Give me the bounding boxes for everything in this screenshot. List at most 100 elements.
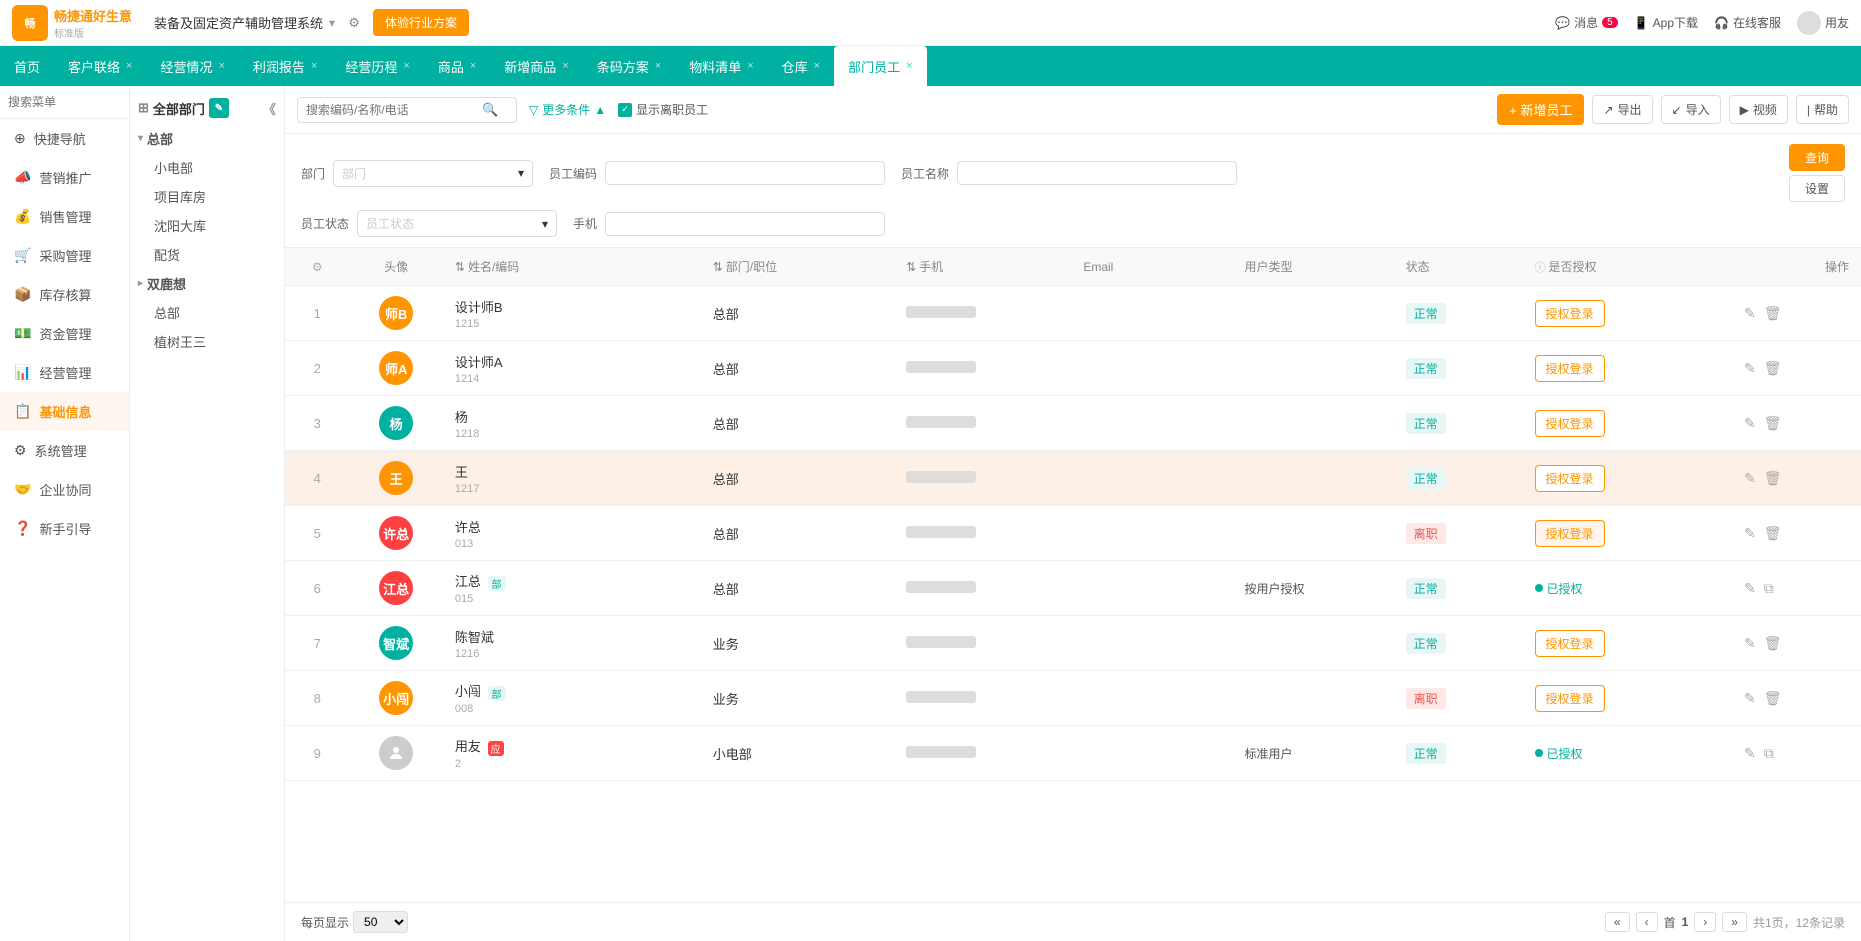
delete-icon[interactable]: 🗑: [1764, 470, 1782, 487]
sidebar-item-guide[interactable]: ❓新手引导: [0, 509, 129, 548]
message-button[interactable]: 💬 消息 5: [1555, 14, 1618, 31]
gear-button[interactable]: ⚙: [341, 10, 367, 36]
tree-node-zongbu[interactable]: ▾ 总部: [130, 124, 284, 153]
tab-close[interactable]: ×: [814, 60, 820, 72]
sidebar-item-finance[interactable]: 💵资金管理: [0, 314, 129, 353]
app-download-button[interactable]: 📱 App下载: [1634, 14, 1698, 31]
tab-process[interactable]: 经营历程 ×: [331, 46, 423, 86]
tab-warehouse[interactable]: 仓库 ×: [768, 46, 834, 86]
th-name[interactable]: ⇅ 姓名/编码: [443, 248, 701, 286]
tab-close[interactable]: ×: [311, 60, 317, 72]
tree-node-shenyang[interactable]: 沈阳大库: [130, 211, 284, 240]
sidebar-item-system[interactable]: ⚙系统管理: [0, 431, 129, 470]
edit-icon[interactable]: ✎: [1744, 305, 1756, 322]
edit-icon[interactable]: ✎: [1744, 580, 1756, 597]
show-former-toggle[interactable]: ✓ 显示离职员工: [618, 101, 708, 118]
auth-button[interactable]: 授权登录: [1535, 410, 1605, 437]
tab-barcode[interactable]: 条码方案 ×: [583, 46, 675, 86]
system-title-arrow[interactable]: ▾: [329, 16, 335, 30]
export-button[interactable]: ↗ 导出: [1592, 95, 1652, 124]
edit-icon[interactable]: ✎: [1744, 470, 1756, 487]
search-input[interactable]: [306, 103, 476, 117]
edit-icon[interactable]: ✎: [1744, 690, 1756, 707]
prev-page-button[interactable]: ‹: [1636, 912, 1658, 932]
sidebar-item-marketing[interactable]: 📣营销推广: [0, 158, 129, 197]
tab-profit[interactable]: 利润报告 ×: [239, 46, 331, 86]
delete-icon[interactable]: 🗑: [1764, 360, 1782, 377]
sidebar-search-input[interactable]: [8, 95, 130, 109]
filter-dept-select[interactable]: 部门 ▾: [333, 160, 533, 187]
search-icon[interactable]: 🔍: [482, 102, 498, 118]
auth-button[interactable]: 授权登录: [1535, 465, 1605, 492]
tab-bom[interactable]: 物料清单 ×: [675, 46, 767, 86]
auth-button[interactable]: 授权登录: [1535, 630, 1605, 657]
user-menu[interactable]: 用友: [1797, 11, 1849, 35]
th-dept[interactable]: ⇅ 部门/职位: [701, 248, 894, 286]
tab-employees[interactable]: 部门员工 ×: [834, 46, 926, 86]
video-button[interactable]: ▶ 视频: [1729, 95, 1788, 124]
filter-emp-code-input[interactable]: [605, 161, 885, 185]
tab-close[interactable]: ×: [655, 60, 661, 72]
tab-addgoods[interactable]: 新增商品 ×: [490, 46, 582, 86]
first-page-button[interactable]: «: [1605, 912, 1630, 932]
settings-button[interactable]: 设置: [1789, 175, 1845, 202]
th-phone[interactable]: ⇅ 手机: [894, 248, 1071, 286]
sidebar-item-basic[interactable]: 📋基础信息: [0, 392, 129, 431]
auth-button[interactable]: 授权登录: [1535, 520, 1605, 547]
edit-icon[interactable]: ✎: [1744, 635, 1756, 652]
delete-icon[interactable]: 🗑: [1764, 690, 1782, 707]
tab-close[interactable]: ×: [470, 60, 476, 72]
help-button[interactable]: | 帮助: [1796, 95, 1849, 124]
filter-status-select[interactable]: 员工状态 ▾: [357, 210, 557, 237]
tree-node-shuanglux[interactable]: ▸ 双鹿想: [130, 269, 284, 298]
auth-button[interactable]: 授权登录: [1535, 685, 1605, 712]
next-page-button[interactable]: ›: [1694, 912, 1716, 932]
sidebar-item-purchase[interactable]: 🛒采购管理: [0, 236, 129, 275]
tab-close[interactable]: ×: [218, 60, 224, 72]
tab-close[interactable]: ×: [747, 60, 753, 72]
tree-collapse-button[interactable]: 《: [263, 99, 276, 118]
delete-icon[interactable]: 🗑: [1764, 635, 1782, 652]
tab-close[interactable]: ×: [906, 60, 912, 72]
delete-icon[interactable]: 🗑: [1764, 525, 1782, 542]
sidebar-item-sales[interactable]: 💰销售管理: [0, 197, 129, 236]
delete-icon[interactable]: 🗑: [1764, 415, 1782, 432]
more-filter-button[interactable]: ▽ 更多条件 ▲: [529, 101, 606, 118]
filter-phone-input[interactable]: [605, 212, 885, 236]
sidebar-item-stock[interactable]: 📦库存核算: [0, 275, 129, 314]
edit-icon[interactable]: ✎: [1744, 360, 1756, 377]
tab-close[interactable]: ×: [562, 60, 568, 72]
tree-node-xiaodian[interactable]: 小电部: [130, 153, 284, 182]
tree-edit-button[interactable]: ✎: [209, 98, 229, 118]
tab-customer[interactable]: 客户联络 ×: [54, 46, 146, 86]
sidebar-item-quick[interactable]: ⊕快捷导航: [0, 119, 129, 158]
tab-close[interactable]: ×: [126, 60, 132, 72]
online-service-button[interactable]: 🎧 在线客服: [1714, 14, 1781, 31]
tab-goods[interactable]: 商品 ×: [424, 46, 490, 86]
trial-button[interactable]: 体验行业方案: [373, 9, 469, 36]
tree-node-xiangmu[interactable]: 项目库房: [130, 182, 284, 211]
clone-icon[interactable]: ⧉: [1764, 745, 1774, 762]
tree-node-peihuo[interactable]: 配货: [130, 240, 284, 269]
tab-home[interactable]: 首页: [0, 46, 54, 86]
sidebar-item-collab[interactable]: 🤝企业协同: [0, 470, 129, 509]
filter-emp-name-input[interactable]: [957, 161, 1237, 185]
tab-close[interactable]: ×: [403, 60, 409, 72]
tab-business[interactable]: 经营情况 ×: [146, 46, 238, 86]
last-page-button[interactable]: »: [1722, 912, 1747, 932]
delete-icon[interactable]: 🗑: [1764, 305, 1782, 322]
search-button[interactable]: 查询: [1789, 144, 1845, 171]
auth-button[interactable]: 授权登录: [1535, 355, 1605, 382]
tree-node-zhishu[interactable]: 植树王三: [130, 327, 284, 356]
auth-button[interactable]: 授权登录: [1535, 300, 1605, 327]
th-auth-info-icon[interactable]: ⓘ: [1535, 259, 1546, 275]
clone-icon[interactable]: ⧉: [1764, 580, 1774, 597]
th-settings[interactable]: ⚙: [285, 248, 349, 286]
add-employee-button[interactable]: + 新增员工: [1497, 94, 1584, 125]
edit-icon[interactable]: ✎: [1744, 525, 1756, 542]
sidebar-item-operation[interactable]: 📊经营管理: [0, 353, 129, 392]
show-former-checkbox[interactable]: ✓: [618, 103, 632, 117]
import-button[interactable]: ↙ 导入: [1661, 95, 1721, 124]
edit-icon[interactable]: ✎: [1744, 745, 1756, 762]
edit-icon[interactable]: ✎: [1744, 415, 1756, 432]
